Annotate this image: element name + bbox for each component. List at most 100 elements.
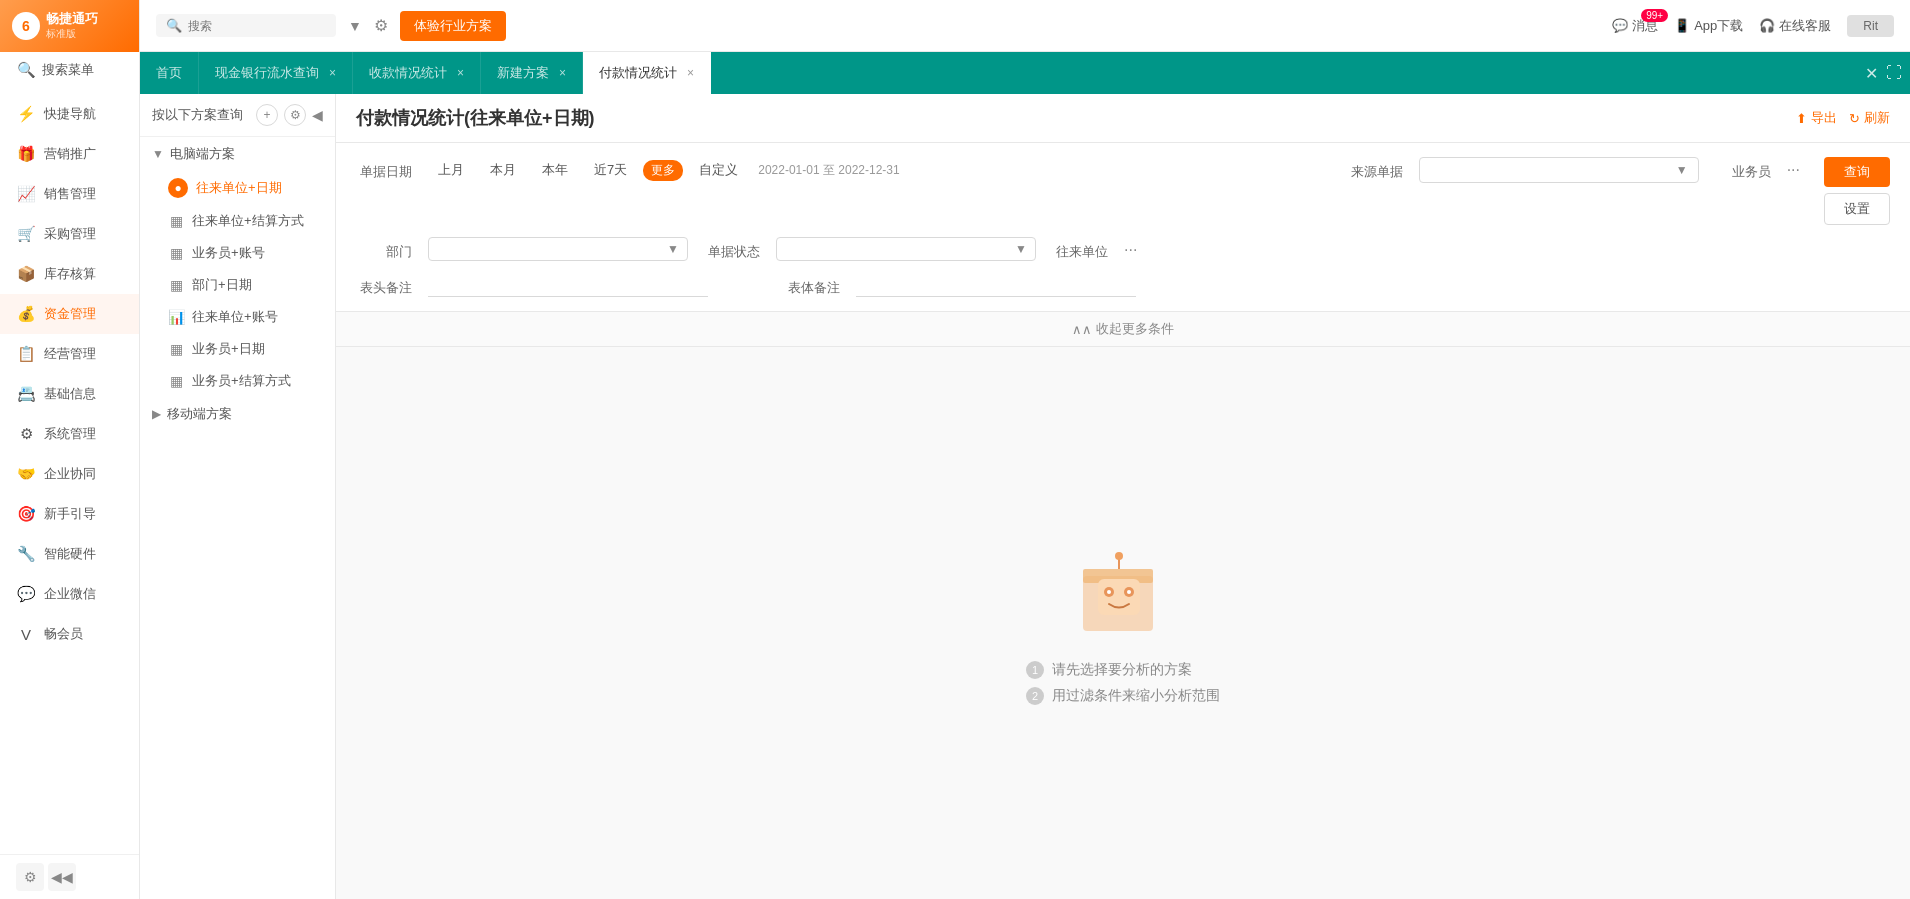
tab-bank-flow-close[interactable]: × [329, 66, 336, 80]
logo-text: 畅捷通巧 [46, 11, 98, 27]
tab-new-plan-close[interactable]: × [559, 66, 566, 80]
header-online-service-btn[interactable]: 🎧 在线客服 [1759, 17, 1831, 35]
scheme-item-salesman-account[interactable]: ▦ 业务员+账号 [140, 237, 335, 269]
sidebar-collapse-btn[interactable]: ◀◀ [48, 863, 76, 891]
capital-icon: 💰 [16, 304, 36, 324]
tab-close-btn[interactable]: ✕ [1865, 64, 1878, 83]
scheme-item-unit-settle[interactable]: ▦ 往来单位+结算方式 [140, 205, 335, 237]
sidebar-item-capital[interactable]: 💰 资金管理 [0, 294, 139, 334]
header-app-download-btn[interactable]: 📱 App下载 [1674, 17, 1743, 35]
header-trial-btn[interactable]: 体验行业方案 [400, 11, 506, 41]
scheme-icon: ▦ [168, 213, 184, 229]
date-option-this-year[interactable]: 本年 [532, 157, 578, 183]
header-user-area[interactable]: Rit [1847, 15, 1894, 37]
voucher-status-select[interactable]: ▼ [776, 237, 1036, 261]
sidebar-item-label: 企业协同 [44, 465, 96, 483]
search-icon: 🔍 [16, 60, 36, 80]
tab-receipt-stats[interactable]: 收款情况统计 × [353, 52, 481, 94]
scheme-item-salesman-settle[interactable]: ▦ 业务员+结算方式 [140, 365, 335, 397]
chart-icon: 📊 [168, 309, 184, 325]
header-gear-btn[interactable]: ⚙ [374, 16, 388, 35]
date-option-this-month[interactable]: 本月 [480, 157, 526, 183]
sidebar-item-inventory[interactable]: 📦 库存核算 [0, 254, 139, 294]
sidebar-item-marketing[interactable]: 🎁 营销推广 [0, 134, 139, 174]
scheme-item-unit-account[interactable]: 📊 往来单位+账号 [140, 301, 335, 333]
scheme-panel-header: 按以下方案查询 + ⚙ ◀ [140, 94, 335, 137]
date-option-last-7[interactable]: 近7天 [584, 157, 637, 183]
quick-nav-icon: ⚡ [16, 104, 36, 124]
sales-icon: 📈 [16, 184, 36, 204]
header-search-input[interactable] [188, 19, 326, 33]
sidebar-item-member[interactable]: V 畅会员 [0, 614, 139, 654]
chevron-down-icon: ▼ [152, 147, 164, 161]
scheme-item-salesman-date[interactable]: ▦ 业务员+日期 [140, 333, 335, 365]
sidebar-item-label: 快捷导航 [44, 105, 96, 123]
scheme-collapse-icon[interactable]: ◀ [312, 107, 323, 123]
tab-bank-flow[interactable]: 现金银行流水查询 × [199, 52, 353, 94]
sidebar-item-label: 采购管理 [44, 225, 96, 243]
tab-home[interactable]: 首页 [140, 52, 199, 94]
table-body-input[interactable] [856, 273, 1136, 297]
sidebar-item-basic-info[interactable]: 📇 基础信息 [0, 374, 139, 414]
settings-button[interactable]: 设置 [1824, 193, 1890, 225]
scheme-group-mobile-label: 移动端方案 [167, 405, 232, 423]
logo-version: 标准版 [46, 27, 98, 41]
tab-new-plan[interactable]: 新建方案 × [481, 52, 583, 94]
dept-label: 部门 [356, 237, 412, 261]
date-option-last-month[interactable]: 上月 [428, 157, 474, 183]
scheme-group-mobile-title[interactable]: ▶ 移动端方案 [140, 397, 335, 431]
table-header-input[interactable] [428, 273, 708, 297]
sidebar-item-operations[interactable]: 📋 经营管理 [0, 334, 139, 374]
refresh-btn[interactable]: ↻ 刷新 [1849, 109, 1890, 127]
tab-maximize-btn[interactable]: ⛶ [1886, 64, 1902, 82]
query-button[interactable]: 查询 [1824, 157, 1890, 187]
header-dropdown-btn[interactable]: ▼ [348, 18, 362, 34]
scheme-settings-btn[interactable]: ⚙ [284, 104, 306, 126]
collapse-conditions-btn[interactable]: ∧∧ 收起更多条件 [1072, 320, 1174, 338]
scheme-group-pc-title[interactable]: ▼ 电脑端方案 [140, 137, 335, 171]
filter-row-3: 表头备注 表体备注 [356, 273, 1890, 297]
sidebar-header: 6 畅捷通巧 标准版 [0, 0, 139, 52]
export-icon: ⬆ [1796, 111, 1807, 126]
sidebar-item-sales[interactable]: 📈 销售管理 [0, 174, 139, 214]
header-search-box[interactable]: 🔍 [156, 14, 336, 37]
sidebar-item-wechat[interactable]: 💬 企业微信 [0, 574, 139, 614]
sidebar-item-system[interactable]: ⚙ 系统管理 [0, 414, 139, 454]
scheme-item-unit-date[interactable]: ● 往来单位+日期 [140, 171, 335, 205]
source-select[interactable]: ▼ [1419, 157, 1699, 183]
sidebar-item-quick-nav[interactable]: ⚡ 快捷导航 [0, 94, 139, 134]
export-btn[interactable]: ⬆ 导出 [1796, 109, 1837, 127]
salesman-label: 业务员 [1715, 157, 1771, 181]
right-panel: 付款情况统计(往来单位+日期) ⬆ 导出 ↻ 刷新 单据日期 [336, 94, 1910, 899]
content-area: 按以下方案查询 + ⚙ ◀ ▼ 电脑端方案 ● 往来单位+日期 ▦ [140, 94, 1910, 899]
related-unit-dots-btn[interactable]: ... [1124, 237, 1137, 255]
phone-icon: 📱 [1674, 18, 1690, 33]
tab-payment-stats-close[interactable]: × [687, 66, 694, 80]
date-option-custom[interactable]: 自定义 [689, 157, 748, 183]
dept-select[interactable]: ▼ [428, 237, 688, 261]
sidebar-item-guide[interactable]: 🎯 新手引导 [0, 494, 139, 534]
salesman-dots-btn[interactable]: ... [1787, 157, 1800, 175]
tab-payment-stats[interactable]: 付款情况统计 × [583, 52, 711, 94]
scheme-item-dept-date[interactable]: ▦ 部门+日期 [140, 269, 335, 301]
marketing-icon: 🎁 [16, 144, 36, 164]
status-arrow-icon: ▼ [1015, 242, 1027, 256]
scheme-add-btn[interactable]: + [256, 104, 278, 126]
sidebar-item-hardware[interactable]: 🔧 智能硬件 [0, 534, 139, 574]
sidebar-item-label: 新手引导 [44, 505, 96, 523]
related-unit-label: 往来单位 [1052, 237, 1108, 261]
header-message-btn[interactable]: 💬 消息 99+ [1612, 17, 1658, 35]
sidebar-settings-btn[interactable]: ⚙ [16, 863, 44, 891]
collapse-bar[interactable]: ∧∧ 收起更多条件 [336, 312, 1910, 347]
tab-receipt-stats-close[interactable]: × [457, 66, 464, 80]
sidebar-item-purchase[interactable]: 🛒 采购管理 [0, 214, 139, 254]
date-option-more[interactable]: 更多 [643, 160, 683, 181]
cooperation-icon: 🤝 [16, 464, 36, 484]
main-area: 🔍 ▼ ⚙ 体验行业方案 💬 消息 99+ 📱 App下载 🎧 在线客服 Rit [140, 0, 1910, 899]
sidebar-item-cooperation[interactable]: 🤝 企业协同 [0, 454, 139, 494]
message-badge: 99+ [1641, 9, 1668, 22]
sidebar-search[interactable]: 🔍 搜索菜单 [0, 52, 139, 88]
header-search-icon: 🔍 [166, 18, 182, 33]
empty-hint-2: 2 用过滤条件来缩小分析范围 [1026, 687, 1220, 705]
operations-icon: 📋 [16, 344, 36, 364]
